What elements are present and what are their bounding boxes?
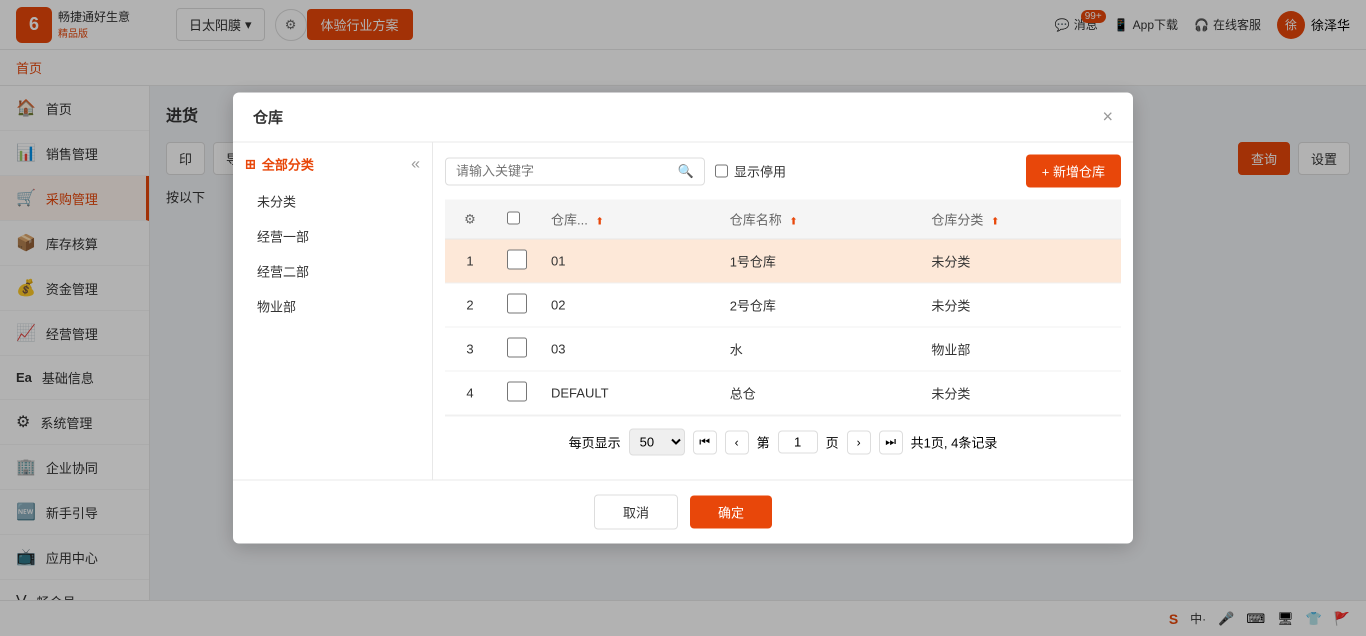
all-category-label: 全部分类 (262, 155, 314, 174)
row-category-3: 物业部 (919, 327, 1121, 371)
show-disabled-label: 显示停用 (734, 162, 786, 181)
col-category: 仓库分类 ⬆ (919, 200, 1121, 240)
col-code: 仓库... ⬆ (539, 200, 718, 240)
prev-page-button[interactable]: ‹ (725, 430, 749, 454)
last-page-button[interactable]: ⏭ (879, 430, 903, 454)
page-label: 页 (826, 433, 839, 452)
table-container: ⚙ 仓库... ⬆ 仓库名称 ⬆ (445, 200, 1121, 416)
row-checkbox-1[interactable] (507, 250, 527, 270)
per-page-select[interactable]: 50 20 100 (629, 429, 685, 456)
settings-col-icon: ⚙ (464, 211, 476, 226)
show-disabled-toggle[interactable]: 显示停用 (715, 162, 786, 181)
modal-header: 仓库 × (233, 93, 1133, 143)
row-name-3: 水 (718, 327, 920, 371)
per-page-label: 每页显示 (569, 433, 621, 452)
show-disabled-checkbox[interactable] (715, 165, 728, 178)
next-page-button[interactable]: › (847, 430, 871, 454)
table-row[interactable]: 2 02 2号仓库 未分类 (445, 283, 1121, 327)
row-checkbox-4[interactable] (507, 382, 527, 402)
category-header: ⊞ 全部分类 « (245, 155, 420, 174)
all-category-button[interactable]: ⊞ 全部分类 (245, 155, 314, 174)
select-all-checkbox[interactable] (507, 211, 520, 224)
row-num-4: 4 (445, 371, 495, 415)
table-panel: 🔍 显示停用 + 新增仓库 ⚙ (433, 143, 1133, 480)
row-category-2: 未分类 (919, 283, 1121, 327)
modal-close-button[interactable]: × (1102, 107, 1113, 128)
row-checkbox-3[interactable] (507, 338, 527, 358)
row-category-4: 未分类 (919, 371, 1121, 415)
table-body: 1 01 1号仓库 未分类 2 02 2号仓库 未分类 (445, 239, 1121, 415)
total-label: 共1页, 4条记录 (911, 433, 998, 452)
cancel-button[interactable]: 取消 (594, 495, 678, 530)
warehouse-table: ⚙ 仓库... ⬆ 仓库名称 ⬆ (445, 200, 1121, 416)
table-toolbar: 🔍 显示停用 + 新增仓库 (445, 155, 1121, 188)
page-input[interactable]: 1 (778, 431, 818, 454)
grid-icon: ⊞ (245, 156, 256, 172)
code-sort-icon: ⬆ (595, 217, 603, 228)
first-page-button[interactable]: ⏮ (693, 430, 717, 454)
table-header: ⚙ 仓库... ⬆ 仓库名称 ⬆ (445, 200, 1121, 240)
page-number-label: 第 (757, 433, 770, 452)
col-name: 仓库名称 ⬆ (718, 200, 920, 240)
table-row[interactable]: 4 DEFAULT 总仓 未分类 (445, 371, 1121, 415)
modal-footer: 取消 确定 (233, 480, 1133, 544)
row-checkbox-2[interactable] (507, 294, 527, 314)
search-icon[interactable]: 🔍 (678, 163, 694, 179)
category-sort-icon: ⬆ (991, 217, 999, 228)
add-warehouse-button[interactable]: + 新增仓库 (1026, 155, 1121, 188)
category-item-dept1[interactable]: 经营一部 (245, 219, 420, 254)
search-input[interactable] (456, 164, 672, 179)
table-row[interactable]: 1 01 1号仓库 未分类 (445, 239, 1121, 283)
row-name-1: 1号仓库 (718, 239, 920, 283)
modal-title: 仓库 (253, 107, 283, 128)
warehouse-modal: 仓库 × ⊞ 全部分类 « 未分类 经营一部 经营二部 物业部 (233, 93, 1133, 544)
row-num-1: 1 (445, 239, 495, 283)
row-name-2: 2号仓库 (718, 283, 920, 327)
category-item-dept2[interactable]: 经营二部 (245, 254, 420, 289)
col-checkbox (495, 200, 539, 240)
row-name-4: 总仓 (718, 371, 920, 415)
collapse-button[interactable]: « (411, 155, 420, 173)
row-code-1: 01 (539, 239, 718, 283)
category-panel: ⊞ 全部分类 « 未分类 经营一部 经营二部 物业部 (233, 143, 433, 480)
pagination: 每页显示 50 20 100 ⏮ ‹ 第 1 页 › ⏭ 共1页, 4条记录 (445, 416, 1121, 468)
row-num-3: 3 (445, 327, 495, 371)
category-item-property[interactable]: 物业部 (245, 289, 420, 324)
category-item-unclassified[interactable]: 未分类 (245, 184, 420, 219)
row-code-2: 02 (539, 283, 718, 327)
row-code-4: DEFAULT (539, 371, 718, 415)
search-box: 🔍 (445, 157, 705, 185)
row-category-1: 未分类 (919, 239, 1121, 283)
confirm-button[interactable]: 确定 (690, 496, 772, 529)
row-code-3: 03 (539, 327, 718, 371)
modal-body: ⊞ 全部分类 « 未分类 经营一部 经营二部 物业部 (233, 143, 1133, 480)
row-num-2: 2 (445, 283, 495, 327)
table-row[interactable]: 3 03 水 物业部 (445, 327, 1121, 371)
col-settings: ⚙ (445, 200, 495, 240)
name-sort-icon: ⬆ (789, 217, 797, 228)
